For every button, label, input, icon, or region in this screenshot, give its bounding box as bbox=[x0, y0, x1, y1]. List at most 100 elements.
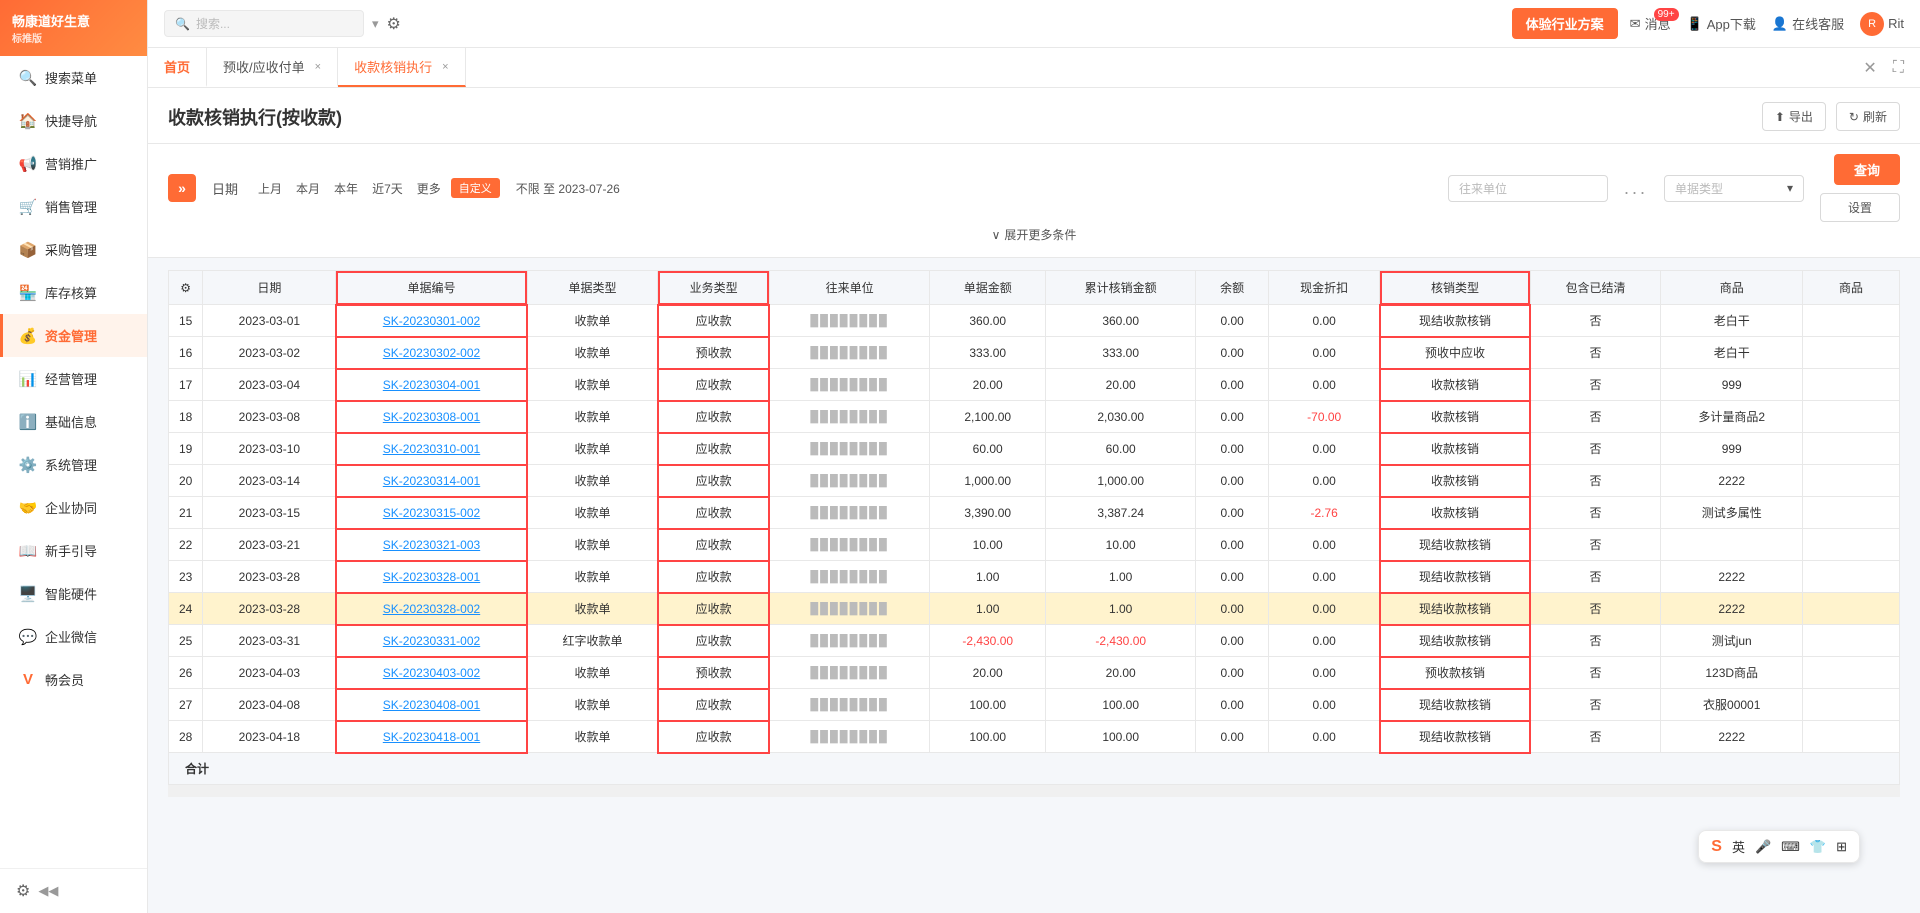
topbar-gear-icon[interactable]: ⚙ bbox=[387, 14, 401, 34]
query-button[interactable]: 查询 bbox=[1834, 154, 1900, 185]
col-settings-icon[interactable]: ⚙ bbox=[180, 281, 191, 295]
filter-date-range: 不限 至 2023-07-26 bbox=[516, 180, 620, 197]
collapse-icon[interactable]: ◀◀ bbox=[38, 883, 58, 899]
filter-customer-input[interactable]: 往来单位 bbox=[1448, 175, 1608, 202]
cell-verify-type: 现结收款核销 bbox=[1380, 689, 1530, 721]
cell-doc-no[interactable]: SK-20230301-002 bbox=[336, 305, 527, 337]
cell-date: 2023-03-01 bbox=[203, 305, 336, 337]
corp-icon: 🤝 bbox=[19, 499, 37, 517]
float-mic-icon[interactable]: 🎤 bbox=[1755, 839, 1771, 855]
tab-prepay-close[interactable]: × bbox=[315, 61, 321, 73]
topbar-appdownload-action[interactable]: 📱 App下载 bbox=[1687, 14, 1756, 33]
cell-doc-no[interactable]: SK-20230315-002 bbox=[336, 497, 527, 529]
filter-receipt-type-select[interactable]: 单据类型 ▾ bbox=[1664, 175, 1804, 202]
cell-verify-type: 收款核销 bbox=[1380, 369, 1530, 401]
tab-home[interactable]: 首页 bbox=[148, 48, 207, 87]
float-grid-icon[interactable]: ⊞ bbox=[1836, 839, 1847, 855]
cell-date: 2023-03-10 bbox=[203, 433, 336, 465]
float-keyboard-icon[interactable]: ⌨ bbox=[1781, 839, 1800, 855]
cell-num: 19 bbox=[169, 433, 203, 465]
cell-doc-no[interactable]: SK-20230331-002 bbox=[336, 625, 527, 657]
sidebar-item-quicknav[interactable]: 🏠 快捷导航 bbox=[0, 99, 147, 142]
tabbar: 首页 预收/应收付单 × 收款核销执行 × ✕ ⛶ bbox=[148, 48, 1920, 88]
industry-solution-button[interactable]: 体验行业方案 bbox=[1512, 8, 1618, 39]
filter-dots[interactable]: ... bbox=[1624, 178, 1648, 199]
cell-doc-no[interactable]: SK-20230308-001 bbox=[336, 401, 527, 433]
expand-more-conditions[interactable]: ∨ 展开更多条件 bbox=[168, 222, 1900, 247]
cell-doc-no[interactable]: SK-20230304-001 bbox=[336, 369, 527, 401]
cell-doc-no[interactable]: SK-20230408-001 bbox=[336, 689, 527, 721]
sidebar-item-finance[interactable]: 💰 资金管理 bbox=[0, 314, 147, 357]
cell-date: 2023-04-18 bbox=[203, 721, 336, 753]
topbar-service-action[interactable]: 👤 在线客服 bbox=[1772, 14, 1844, 33]
filter-date-last-month[interactable]: 上月 bbox=[254, 178, 286, 199]
sidebar-item-wechat[interactable]: 💬 企业微信 bbox=[0, 615, 147, 658]
cell-included: 否 bbox=[1530, 721, 1661, 753]
filter-date-more[interactable]: 更多 bbox=[413, 178, 445, 199]
filter-expand-button[interactable]: » bbox=[168, 174, 196, 202]
sidebar: 畅康道好生意 标推版 🔍 搜索菜单 🏠 快捷导航 📢 营销推广 🛒 销售管理 📦… bbox=[0, 0, 148, 913]
cell-doc-no[interactable]: SK-20230310-001 bbox=[336, 433, 527, 465]
sidebar-item-sales[interactable]: 🛒 销售管理 bbox=[0, 185, 147, 228]
cell-discount: 0.00 bbox=[1268, 305, 1379, 337]
sidebar-item-member[interactable]: V 畅会员 bbox=[0, 658, 147, 701]
cell-doc-no[interactable]: SK-20230321-003 bbox=[336, 529, 527, 561]
main-area: 🔍 搜索... ▾ ⚙ 体验行业方案 ✉ 消息 99+ 📱 App下载 👤 在线… bbox=[148, 0, 1920, 913]
cell-verified: 20.00 bbox=[1046, 369, 1196, 401]
tab-prepay[interactable]: 预收/应收付单 × bbox=[207, 48, 338, 87]
cell-doc-no[interactable]: SK-20230403-002 bbox=[336, 657, 527, 689]
cell-doc-no[interactable]: SK-20230314-001 bbox=[336, 465, 527, 497]
cell-product1: 多计量商品2 bbox=[1661, 401, 1803, 433]
topbar-dropdown-icon[interactable]: ▾ bbox=[372, 16, 379, 32]
th-col-settings[interactable]: ⚙ bbox=[169, 271, 203, 305]
filter-date-custom[interactable]: 自定义 bbox=[451, 178, 500, 198]
sidebar-item-system-label: 系统管理 bbox=[45, 455, 97, 474]
sidebar-item-purchase[interactable]: 📦 采购管理 bbox=[0, 228, 147, 271]
cell-doc-no[interactable]: SK-20230302-002 bbox=[336, 337, 527, 369]
sidebar-item-corp[interactable]: 🤝 企业协同 bbox=[0, 486, 147, 529]
cell-discount: -2.76 bbox=[1268, 497, 1379, 529]
cell-customer: ████████ bbox=[769, 369, 929, 401]
cell-doc-no[interactable]: SK-20230328-002 bbox=[336, 593, 527, 625]
topbar-username: Rit bbox=[1888, 16, 1904, 31]
horizontal-scrollbar[interactable] bbox=[168, 785, 1900, 797]
tab-action-close-icon[interactable]: ✕ bbox=[1859, 54, 1880, 82]
cell-customer: ████████ bbox=[769, 689, 929, 721]
sidebar-item-guide[interactable]: 📖 新手引导 bbox=[0, 529, 147, 572]
sidebar-item-basic[interactable]: ℹ️ 基础信息 bbox=[0, 400, 147, 443]
topbar-search-icon: 🔍 bbox=[175, 17, 190, 31]
sidebar-item-system[interactable]: ⚙️ 系统管理 bbox=[0, 443, 147, 486]
cell-doc-no[interactable]: SK-20230418-001 bbox=[336, 721, 527, 753]
topbar-user-action[interactable]: R Rit bbox=[1860, 12, 1904, 36]
settings-button[interactable]: 设置 bbox=[1820, 193, 1900, 222]
cell-doc-no[interactable]: SK-20230328-001 bbox=[336, 561, 527, 593]
sidebar-item-search[interactable]: 🔍 搜索菜单 bbox=[0, 56, 147, 99]
cell-included: 否 bbox=[1530, 561, 1661, 593]
cell-product2 bbox=[1803, 305, 1900, 337]
sidebar-menu: 🔍 搜索菜单 🏠 快捷导航 📢 营销推广 🛒 销售管理 📦 采购管理 🏪 库存核… bbox=[0, 56, 147, 868]
sidebar-item-operation[interactable]: 📊 经营管理 bbox=[0, 357, 147, 400]
sidebar-item-inventory[interactable]: 🏪 库存核算 bbox=[0, 271, 147, 314]
cell-verified: 1.00 bbox=[1046, 561, 1196, 593]
refresh-button[interactable]: ↻ 刷新 bbox=[1836, 102, 1900, 131]
tab-current-close[interactable]: × bbox=[442, 61, 448, 73]
filter-date-this-month[interactable]: 本月 bbox=[292, 178, 324, 199]
tab-action-expand-icon[interactable]: ⛶ bbox=[1889, 55, 1908, 81]
export-button[interactable]: ⬆ 导出 bbox=[1762, 102, 1826, 131]
refresh-label: 刷新 bbox=[1863, 108, 1887, 125]
topbar-message-action[interactable]: ✉ 消息 99+ bbox=[1630, 14, 1671, 33]
cell-biz-type: 应收款 bbox=[658, 561, 769, 593]
cell-verify-type: 收款核销 bbox=[1380, 497, 1530, 529]
sidebar-item-hardware[interactable]: 🖥️ 智能硬件 bbox=[0, 572, 147, 615]
filter-date-7days[interactable]: 近7天 bbox=[368, 178, 407, 199]
table-row: 20 2023-03-14 SK-20230314-001 收款单 应收款 ██… bbox=[169, 465, 1900, 497]
th-discount: 现金折扣 bbox=[1268, 271, 1379, 305]
tab-actions: ✕ ⛶ bbox=[1859, 48, 1920, 87]
cell-customer: ████████ bbox=[769, 337, 929, 369]
tab-current[interactable]: 收款核销执行 × bbox=[338, 48, 465, 87]
cell-verify-type: 收款核销 bbox=[1380, 465, 1530, 497]
filter-date-this-year[interactable]: 本年 bbox=[330, 178, 362, 199]
settings-icon[interactable]: ⚙ bbox=[16, 881, 30, 901]
sidebar-item-marketing[interactable]: 📢 营销推广 bbox=[0, 142, 147, 185]
sidebar-item-inventory-label: 库存核算 bbox=[45, 283, 97, 302]
